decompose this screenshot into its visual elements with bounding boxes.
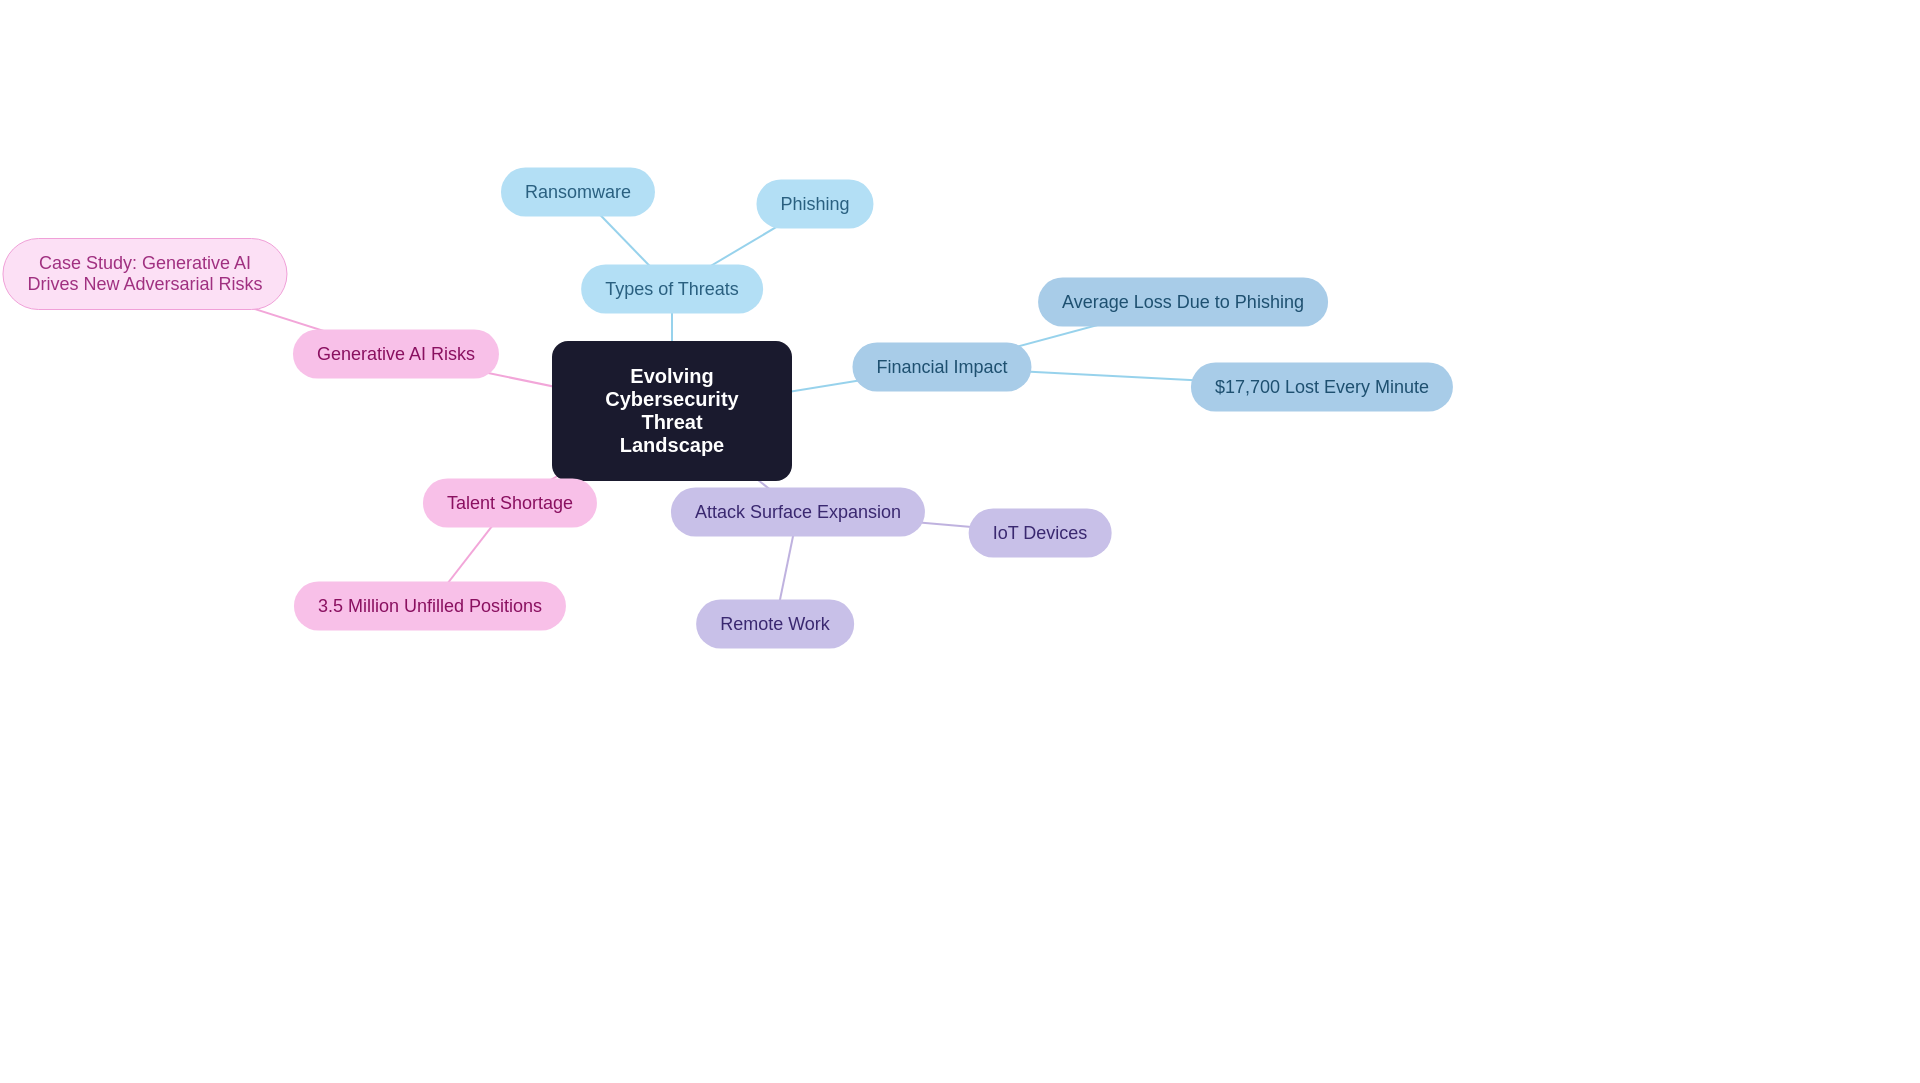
node-label-avgLoss: Average Loss Due to Phishing [1062,292,1304,313]
node-label-talentShortage: Talent Shortage [447,493,573,514]
node-label-unfilled: 3.5 Million Unfilled Positions [318,596,542,617]
node-lost[interactable]: $17,700 Lost Every Minute [1191,363,1453,412]
node-remoteWork[interactable]: Remote Work [696,600,854,649]
node-label-phishing: Phishing [780,194,849,215]
node-ransomware[interactable]: Ransomware [501,168,655,217]
node-phishing[interactable]: Phishing [756,180,873,229]
node-label-iot: IoT Devices [993,523,1088,544]
node-center[interactable]: Evolving Cybersecurity ThreatLandscape [552,341,792,481]
node-attackSurface[interactable]: Attack Surface Expansion [671,488,925,537]
node-label-lost: $17,700 Lost Every Minute [1215,377,1429,398]
node-financialImpact[interactable]: Financial Impact [852,343,1031,392]
node-label-caseStudy: Case Study: Generative AIDrives New Adve… [27,253,262,295]
node-label-attackSurface: Attack Surface Expansion [695,502,901,523]
node-talentShortage[interactable]: Talent Shortage [423,479,597,528]
node-label-remoteWork: Remote Work [720,614,830,635]
node-label-center: Evolving Cybersecurity ThreatLandscape [580,365,764,457]
node-unfilled[interactable]: 3.5 Million Unfilled Positions [294,582,566,631]
node-label-typesOfThreats: Types of Threats [605,279,739,300]
node-label-genAI: Generative AI Risks [317,344,475,365]
node-caseStudy[interactable]: Case Study: Generative AIDrives New Adve… [2,238,287,310]
node-avgLoss[interactable]: Average Loss Due to Phishing [1038,278,1328,327]
node-typesOfThreats[interactable]: Types of Threats [581,265,763,314]
node-label-financialImpact: Financial Impact [876,357,1007,378]
node-iot[interactable]: IoT Devices [969,509,1112,558]
node-genAI[interactable]: Generative AI Risks [293,330,499,379]
node-label-ransomware: Ransomware [525,182,631,203]
